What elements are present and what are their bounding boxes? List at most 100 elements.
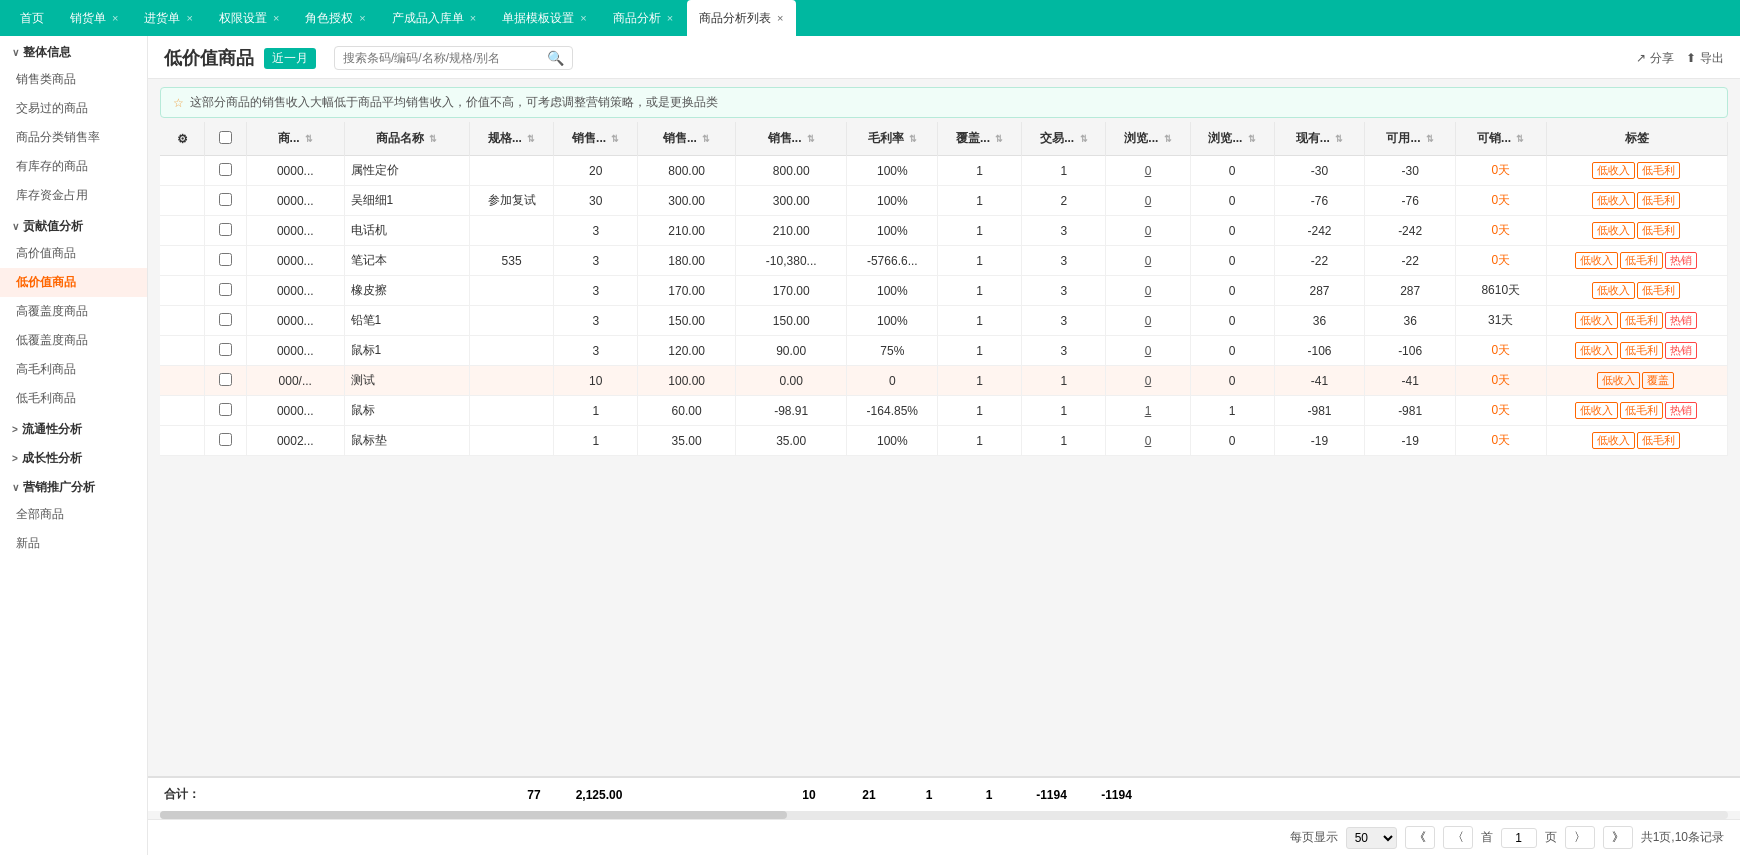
- views-link[interactable]: 0: [1145, 254, 1152, 268]
- row-views1[interactable]: 0: [1106, 366, 1190, 396]
- sidebar-item-sales-products[interactable]: 销售类商品: [0, 65, 147, 94]
- row-checkbox[interactable]: [205, 396, 247, 426]
- nav-home[interactable]: 首页: [8, 0, 56, 36]
- row-views1[interactable]: 0: [1106, 336, 1190, 366]
- row-checkbox[interactable]: [205, 306, 247, 336]
- row-checkbox[interactable]: [205, 336, 247, 366]
- row-checkbox[interactable]: [205, 366, 247, 396]
- sidebar-item-stock-capital[interactable]: 库存资金占用: [0, 181, 147, 210]
- row-views1[interactable]: 0: [1106, 156, 1190, 186]
- row-name: 鼠标垫: [344, 426, 470, 456]
- row-views1[interactable]: 1: [1106, 396, 1190, 426]
- nav-permissions[interactable]: 权限设置 ×: [207, 0, 291, 36]
- nav-template-settings[interactable]: 单据模板设置 ×: [490, 0, 598, 36]
- date-badge[interactable]: 近一月: [264, 48, 316, 69]
- row-spec: [470, 216, 554, 246]
- product-tag: 低收入: [1592, 432, 1635, 449]
- row-code: 0000...: [246, 216, 344, 246]
- row-views1[interactable]: 0: [1106, 186, 1190, 216]
- last-page-button[interactable]: 》: [1603, 826, 1633, 849]
- row-code: 0000...: [246, 306, 344, 336]
- table-container[interactable]: ⚙ 商... ⇅ 商品名称 ⇅ 规格... ⇅ 销售... ⇅ 销售... ⇅ …: [160, 122, 1728, 776]
- views-link[interactable]: 0: [1145, 224, 1152, 238]
- sidebar-item-low-coverage[interactable]: 低覆盖度商品: [0, 326, 147, 355]
- views-link[interactable]: 0: [1145, 194, 1152, 208]
- sidebar-item-high-margin[interactable]: 高毛利商品: [0, 355, 147, 384]
- row-views1[interactable]: 0: [1106, 306, 1190, 336]
- nav-sales-close[interactable]: ×: [112, 12, 118, 24]
- row-spec: [470, 306, 554, 336]
- sidebar-item-stock-products[interactable]: 有库存的商品: [0, 152, 147, 181]
- first-page-button[interactable]: 《: [1405, 826, 1435, 849]
- views-link[interactable]: 0: [1145, 314, 1152, 328]
- row-views1[interactable]: 0: [1106, 246, 1190, 276]
- nav-role-auth[interactable]: 角色授权 ×: [293, 0, 377, 36]
- col-settings[interactable]: ⚙: [160, 122, 205, 156]
- nav-purchase[interactable]: 进货单 ×: [132, 0, 204, 36]
- per-page-select[interactable]: 50 100 200: [1346, 827, 1397, 849]
- nav-permissions-close[interactable]: ×: [273, 12, 279, 24]
- nav-template-close[interactable]: ×: [580, 12, 586, 24]
- sidebar-item-low-margin[interactable]: 低毛利商品: [0, 384, 147, 413]
- sidebar-group-marketing[interactable]: ∨ 营销推广分析: [0, 471, 147, 500]
- views-link[interactable]: 1: [1145, 404, 1152, 418]
- row-sales-amount: 35.00: [735, 426, 847, 456]
- table-row: 0002... 鼠标垫 1 35.00 35.00 100% 1 1 0 0 -…: [160, 426, 1728, 456]
- row-views1[interactable]: 0: [1106, 426, 1190, 456]
- views-link[interactable]: 0: [1145, 164, 1152, 178]
- next-page-button[interactable]: 〉: [1565, 826, 1595, 849]
- sidebar-group-growth[interactable]: > 成长性分析: [0, 442, 147, 471]
- search-input[interactable]: [343, 51, 543, 65]
- sidebar-item-traded-products[interactable]: 交易过的商品: [0, 94, 147, 123]
- row-checkbox[interactable]: [205, 426, 247, 456]
- row-views1[interactable]: 0: [1106, 276, 1190, 306]
- total-sales-price: 2,125.00: [564, 788, 634, 802]
- page-number-input[interactable]: [1501, 828, 1537, 848]
- sidebar-group-flow[interactable]: > 流通性分析: [0, 413, 147, 442]
- col-sales-price: 销售... ⇅: [638, 122, 736, 156]
- row-checkbox[interactable]: [205, 156, 247, 186]
- search-icon[interactable]: 🔍: [547, 50, 564, 66]
- col-checkbox[interactable]: [205, 122, 247, 156]
- row-trade: 3: [1022, 216, 1106, 246]
- sidebar-item-category-rate[interactable]: 商品分类销售率: [0, 123, 147, 152]
- nav-sales[interactable]: 销货单 ×: [58, 0, 130, 36]
- views-link[interactable]: 0: [1145, 344, 1152, 358]
- nav-product-analysis[interactable]: 商品分析 ×: [601, 0, 685, 36]
- nav-purchase-close[interactable]: ×: [186, 12, 192, 24]
- row-tags: 低收入低毛利热销: [1546, 246, 1727, 276]
- nav-product-analysis-list-close[interactable]: ×: [777, 12, 783, 24]
- row-checkbox[interactable]: [205, 216, 247, 246]
- row-views2: 0: [1190, 216, 1274, 246]
- share-button[interactable]: ↗ 分享: [1636, 50, 1674, 67]
- sidebar-group-overall[interactable]: ∨ 整体信息: [0, 36, 147, 65]
- views-link[interactable]: 0: [1145, 434, 1152, 448]
- nav-product-storage-close[interactable]: ×: [470, 12, 476, 24]
- sidebar-item-all-products[interactable]: 全部商品: [0, 500, 147, 529]
- sidebar-item-new-products[interactable]: 新品: [0, 529, 147, 558]
- nav-product-analysis-list[interactable]: 商品分析列表 ×: [687, 0, 795, 36]
- views-link[interactable]: 0: [1145, 374, 1152, 388]
- product-tag: 低毛利: [1637, 162, 1680, 179]
- row-checkbox[interactable]: [205, 186, 247, 216]
- nav-product-analysis-close[interactable]: ×: [667, 12, 673, 24]
- row-sales-price: 35.00: [638, 426, 736, 456]
- row-views1[interactable]: 0: [1106, 216, 1190, 246]
- export-icon: ⬆: [1686, 51, 1696, 65]
- row-checkbox[interactable]: [205, 276, 247, 306]
- content-header: 低价值商品 近一月 🔍 ↗ 分享 ⬆ 导出: [148, 36, 1740, 79]
- sidebar-item-low-value[interactable]: 低价值商品: [0, 268, 147, 297]
- row-sales-amount: 0.00: [735, 366, 847, 396]
- select-all-checkbox[interactable]: [219, 131, 232, 144]
- row-checkbox[interactable]: [205, 246, 247, 276]
- nav-role-auth-close[interactable]: ×: [359, 12, 365, 24]
- sidebar-group-contribution[interactable]: ∨ 贡献值分析: [0, 210, 147, 239]
- sidebar-item-high-coverage[interactable]: 高覆盖度商品: [0, 297, 147, 326]
- sidebar-item-high-value[interactable]: 高价值商品: [0, 239, 147, 268]
- nav-product-storage[interactable]: 产成品入库单 ×: [380, 0, 488, 36]
- export-button[interactable]: ⬆ 导出: [1686, 50, 1724, 67]
- views-link[interactable]: 0: [1145, 284, 1152, 298]
- row-current-stock: 287: [1274, 276, 1365, 306]
- prev-page-button[interactable]: 〈: [1443, 826, 1473, 849]
- per-page-label: 每页显示: [1290, 829, 1338, 846]
